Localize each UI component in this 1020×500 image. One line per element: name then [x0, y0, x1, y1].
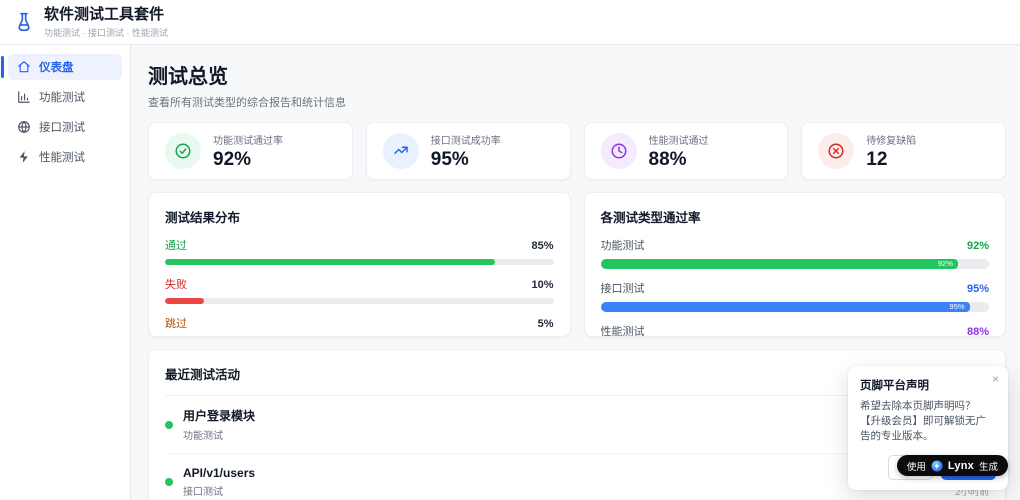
bar-fill	[165, 259, 496, 265]
chart-bar-row: 失败 10%	[165, 276, 554, 304]
stat-card-functional-pass-rate: 功能测试通过率 92%	[148, 122, 353, 180]
sidebar-item-dashboard[interactable]: 仪表盘	[1, 54, 122, 80]
x-circle-icon	[818, 133, 855, 169]
app-title: 软件测试工具套件	[44, 5, 165, 23]
header-title-block: 软件测试工具套件 功能测试 · 接口测试 · 性能测试	[44, 6, 168, 39]
bar-track	[165, 298, 554, 304]
lightning-icon	[19, 151, 28, 163]
sidebar-item-label: 接口测试	[39, 122, 85, 134]
stat-card-defects-to-fix: 待修复缺陷 12	[801, 122, 1006, 180]
lynx-logo-icon	[931, 460, 943, 471]
app-header: 软件测试工具套件 功能测试 · 接口测试 · 性能测试	[0, 0, 1020, 45]
stat-label: 接口测试成功率	[430, 135, 501, 147]
stat-label: 功能测试通过率	[213, 135, 283, 147]
popup-body: 希望去除本页脚声明吗？【升级会员】即可解锁无广告的专业版本。	[860, 400, 986, 443]
activity-type: 接口测试	[183, 486, 223, 498]
bar-inline-label: 95%	[949, 302, 965, 312]
bar-label: 接口测试	[600, 283, 645, 295]
bar-track: 95%	[600, 302, 989, 312]
status-dot	[165, 420, 173, 429]
lynx-generated-badge[interactable]: 使用 Lynx 生成	[896, 455, 1008, 476]
stat-card-api-success-rate: 接口测试成功率 95%	[365, 122, 571, 180]
status-dot	[165, 477, 173, 486]
bar-value: 85%	[531, 240, 554, 252]
activity-type: 功能测试	[183, 431, 223, 442]
bar-label: 失败	[165, 279, 187, 291]
bar-value: 5%	[537, 318, 554, 330]
sidebar-item-label: 仪表盘	[39, 62, 74, 74]
bar-label: 性能测试	[600, 326, 645, 337]
bar-label: 跳过	[165, 318, 187, 330]
sidebar: 仪表盘 功能测试 接口测试 性能测试	[0, 45, 131, 500]
home-icon	[18, 61, 30, 73]
bar-inline-label: 92%	[937, 259, 953, 269]
bar-label: 功能测试	[600, 240, 645, 252]
bar-label: 通过	[165, 240, 187, 252]
chart-bar-row: 性能测试 88% 88%	[600, 323, 990, 337]
stat-value: 12	[866, 148, 888, 170]
stat-value: 95%	[430, 148, 469, 170]
bar-fill	[165, 298, 204, 304]
app-subtitle: 功能测试 · 接口测试 · 性能测试	[44, 27, 168, 38]
bar-value: 88%	[966, 326, 989, 337]
bar-fill: 92%	[600, 259, 958, 269]
sidebar-item-label: 功能测试	[39, 92, 85, 104]
stat-cards-row: 功能测试通过率 92% 接口测试成功率 95% 性能测试通过 88% 待修复缺陷…	[148, 122, 1006, 180]
stat-value: 88%	[648, 148, 687, 170]
stat-value: 92%	[213, 148, 252, 170]
chart-bar-row: 跳过 5%	[165, 315, 554, 336]
bar-value: 95%	[966, 283, 989, 295]
chart-bar-row: 通过 85%	[165, 237, 554, 265]
chart-title: 测试结果分布	[165, 211, 241, 225]
page-title: 测试总览	[148, 66, 228, 88]
popup-title: 页脚平台声明	[860, 380, 929, 392]
sidebar-item-api-test[interactable]: 接口测试	[8, 114, 122, 140]
sidebar-item-performance-test[interactable]: 性能测试	[8, 144, 122, 170]
badge-brand: Lynx	[947, 459, 974, 472]
chart-bar-row: 功能测试 92% 92%	[600, 237, 989, 269]
chart-bar-row: 接口测试 95% 95%	[600, 280, 989, 312]
globe-icon	[18, 121, 30, 133]
activity-name: 用户登录模块	[183, 409, 256, 423]
stat-label: 待修复缺陷	[866, 135, 917, 147]
badge-suffix: 生成	[978, 461, 998, 473]
activity-name: API/v1/users	[183, 465, 256, 480]
test-tube-icon	[18, 12, 30, 31]
charts-row: 测试结果分布 通过 85% 失败 10% 跳过 5% 各测试类型通过率 功能测试…	[148, 192, 1006, 337]
page-subtitle: 查看所有测试类型的综合报告和统计信息	[148, 97, 346, 109]
badge-prefix: 使用	[906, 461, 926, 473]
check-circle-icon	[165, 133, 201, 169]
chart-panel-pass-rate-by-type: 各测试类型通过率 功能测试 92% 92% 接口测试 95% 95% 性能测试 …	[583, 192, 1006, 337]
trend-up-icon	[382, 133, 419, 169]
bar-fill: 95%	[600, 302, 970, 312]
chart-title: 各测试类型通过率	[600, 211, 701, 225]
bar-value: 92%	[966, 240, 989, 252]
chart-panel-result-distribution: 测试结果分布 通过 85% 失败 10% 跳过 5%	[148, 192, 571, 337]
bar-track	[165, 259, 554, 265]
close-icon[interactable]: ×	[992, 373, 999, 385]
stat-card-performance-pass: 性能测试通过 88%	[583, 122, 789, 180]
clock-icon	[600, 133, 637, 169]
bar-chart-icon	[18, 91, 30, 103]
sidebar-item-functional-test[interactable]: 功能测试	[8, 84, 122, 110]
stat-label: 性能测试通过	[648, 135, 709, 147]
bar-value: 10%	[531, 279, 554, 291]
bar-track: 92%	[600, 259, 989, 269]
sidebar-item-label: 性能测试	[39, 152, 85, 164]
